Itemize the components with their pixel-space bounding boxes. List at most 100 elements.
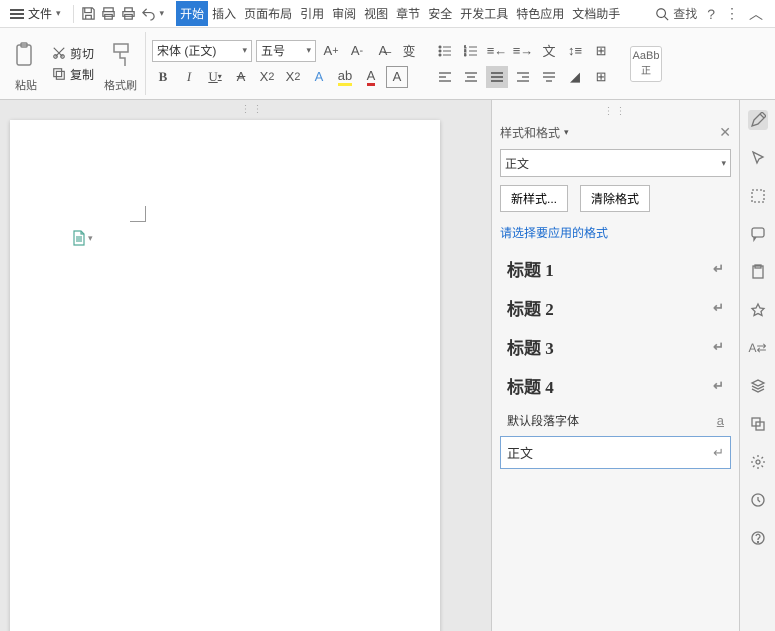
panel-grip-icon[interactable]: ⋮⋮	[241, 104, 265, 115]
tab-7[interactable]: 安全	[424, 1, 456, 26]
print-icon[interactable]	[120, 5, 138, 23]
search-button[interactable]: 查找	[655, 5, 697, 22]
styles-group: AaBb正	[626, 32, 666, 95]
paragraph-mark-icon: a	[717, 413, 724, 428]
font-name-combo[interactable]: 宋体 (正文)▾	[152, 40, 252, 62]
print-preview-icon[interactable]	[100, 5, 118, 23]
help-icon[interactable]: ?	[707, 6, 715, 22]
shrink-font-button[interactable]: A-	[346, 40, 368, 62]
tab-0[interactable]: 开始	[176, 1, 208, 26]
bullets-button[interactable]	[434, 40, 456, 62]
subscript-button[interactable]: X2	[282, 66, 304, 88]
ribbon: 粘贴 剪切 复制 格式刷 宋体 (正文)▾ 五号▾ A+ A- A̶ 变 B I…	[0, 28, 775, 100]
style-item-4[interactable]: 默认段落字体a	[500, 405, 731, 436]
font-group: 宋体 (正文)▾ 五号▾ A+ A- A̶ 变 B I U▾ A X2 X2 A…	[152, 32, 428, 95]
tab-6[interactable]: 章节	[392, 1, 424, 26]
superscript-button[interactable]: X2	[256, 66, 278, 88]
menubar: 文件 ▾ ▾ 开始插入页面布局引用审阅视图章节安全开发工具特色应用文档助手 查找…	[0, 0, 775, 28]
char-border-button[interactable]: A	[386, 66, 408, 88]
numbering-button[interactable]: 123	[460, 40, 482, 62]
help-icon[interactable]	[748, 528, 768, 548]
tab-3[interactable]: 引用	[296, 1, 328, 26]
font-color-button[interactable]: A	[360, 66, 382, 88]
close-icon[interactable]: ✕	[719, 124, 731, 141]
style-item-3[interactable]: 标题 4↵	[500, 366, 731, 405]
overlap-icon[interactable]	[748, 414, 768, 434]
style-name: 标题 1	[507, 256, 554, 281]
clear-format-button[interactable]: 清除格式	[580, 185, 650, 212]
undo-dropdown[interactable]: ▾	[160, 8, 165, 19]
tab-9[interactable]: 特色应用	[512, 1, 568, 26]
history-icon[interactable]	[748, 490, 768, 510]
star-icon[interactable]	[748, 300, 768, 320]
styles-gallery[interactable]: AaBb正	[630, 46, 662, 82]
distribute-button[interactable]	[538, 66, 560, 88]
underline-button[interactable]: U▾	[204, 66, 226, 88]
panel-grip-icon[interactable]: ⋮⋮	[500, 106, 731, 116]
hamburger-icon	[10, 9, 24, 19]
cursor-icon[interactable]	[748, 148, 768, 168]
font-size-combo[interactable]: 五号▾	[256, 40, 316, 62]
style-item-5[interactable]: 正文↵	[500, 436, 731, 469]
shading-button[interactable]: ◢	[564, 66, 586, 88]
gear-icon[interactable]	[748, 452, 768, 472]
chevron-down-icon: ▾	[721, 158, 726, 169]
document-area[interactable]: ⋮⋮ ▾	[0, 100, 491, 631]
decrease-indent-button[interactable]: ≡←	[486, 40, 508, 62]
align-left-button[interactable]	[434, 66, 456, 88]
collapse-ribbon-icon[interactable]: ︿	[749, 4, 763, 24]
undo-icon[interactable]	[140, 5, 158, 23]
formatpainter-button[interactable]	[105, 35, 137, 75]
document-page[interactable]: ▾	[10, 120, 440, 631]
current-style-combo[interactable]: 正文 ▾	[500, 149, 731, 177]
panel-title[interactable]: 样式和格式 ▾	[500, 124, 569, 141]
copy-button[interactable]: 复制	[52, 66, 94, 83]
bold-button[interactable]: B	[152, 66, 174, 88]
tab-8[interactable]: 开发工具	[456, 1, 512, 26]
align-right-button[interactable]	[512, 66, 534, 88]
line-spacing-button[interactable]: ↕≡	[564, 40, 586, 62]
phonetic-button[interactable]: 变	[398, 40, 420, 62]
align-center-button[interactable]	[460, 66, 482, 88]
pencil-icon[interactable]	[748, 110, 768, 130]
formatpainter-label: 格式刷	[104, 77, 137, 93]
separator	[73, 5, 74, 23]
clear-format-button[interactable]: A̶	[372, 40, 394, 62]
text-direction-button[interactable]: 文	[538, 40, 560, 62]
new-style-button[interactable]: 新样式...	[500, 185, 568, 212]
cut-button[interactable]: 剪切	[52, 45, 94, 62]
sort-button[interactable]: ⊞	[590, 40, 612, 62]
file-menu[interactable]: 文件 ▾	[4, 3, 67, 24]
grow-font-button[interactable]: A+	[320, 40, 342, 62]
style-item-2[interactable]: 标题 3↵	[500, 327, 731, 366]
layers-icon[interactable]	[748, 376, 768, 396]
clipboard-icon[interactable]	[748, 262, 768, 282]
increase-indent-button[interactable]: ≡→	[512, 40, 534, 62]
chat-icon[interactable]	[748, 224, 768, 244]
tab-4[interactable]: 审阅	[328, 1, 360, 26]
tab-2[interactable]: 页面布局	[240, 1, 296, 26]
align-justify-button[interactable]	[486, 66, 508, 88]
tab-1[interactable]: 插入	[208, 1, 240, 26]
tab-10[interactable]: 文档助手	[568, 1, 624, 26]
select-icon[interactable]	[748, 186, 768, 206]
text-effects-button[interactable]: A	[308, 66, 330, 88]
style-item-0[interactable]: 标题 1↵	[500, 249, 731, 288]
paragraph-mark-icon: ↵	[713, 378, 724, 394]
highlight-button[interactable]: ab	[334, 66, 356, 88]
paste-button[interactable]	[10, 35, 42, 75]
italic-button[interactable]: I	[178, 66, 200, 88]
borders-button[interactable]: ⊞	[590, 66, 612, 88]
strikethrough-button[interactable]: A	[230, 66, 252, 88]
panel-header: 样式和格式 ▾ ✕	[500, 124, 731, 141]
translate-icon[interactable]: A⇄	[748, 338, 768, 358]
style-list: 标题 1↵标题 2↵标题 3↵标题 4↵默认段落字体a正文↵	[500, 249, 731, 469]
chevron-down-icon: ▾	[56, 8, 61, 19]
more-icon[interactable]: ⋮	[725, 5, 739, 22]
tab-5[interactable]: 视图	[360, 1, 392, 26]
search-label: 查找	[673, 5, 697, 22]
section-icon[interactable]: ▾	[72, 230, 93, 246]
style-item-1[interactable]: 标题 2↵	[500, 288, 731, 327]
ribbon-tabs: 开始插入页面布局引用审阅视图章节安全开发工具特色应用文档助手	[176, 1, 624, 26]
save-icon[interactable]	[80, 5, 98, 23]
